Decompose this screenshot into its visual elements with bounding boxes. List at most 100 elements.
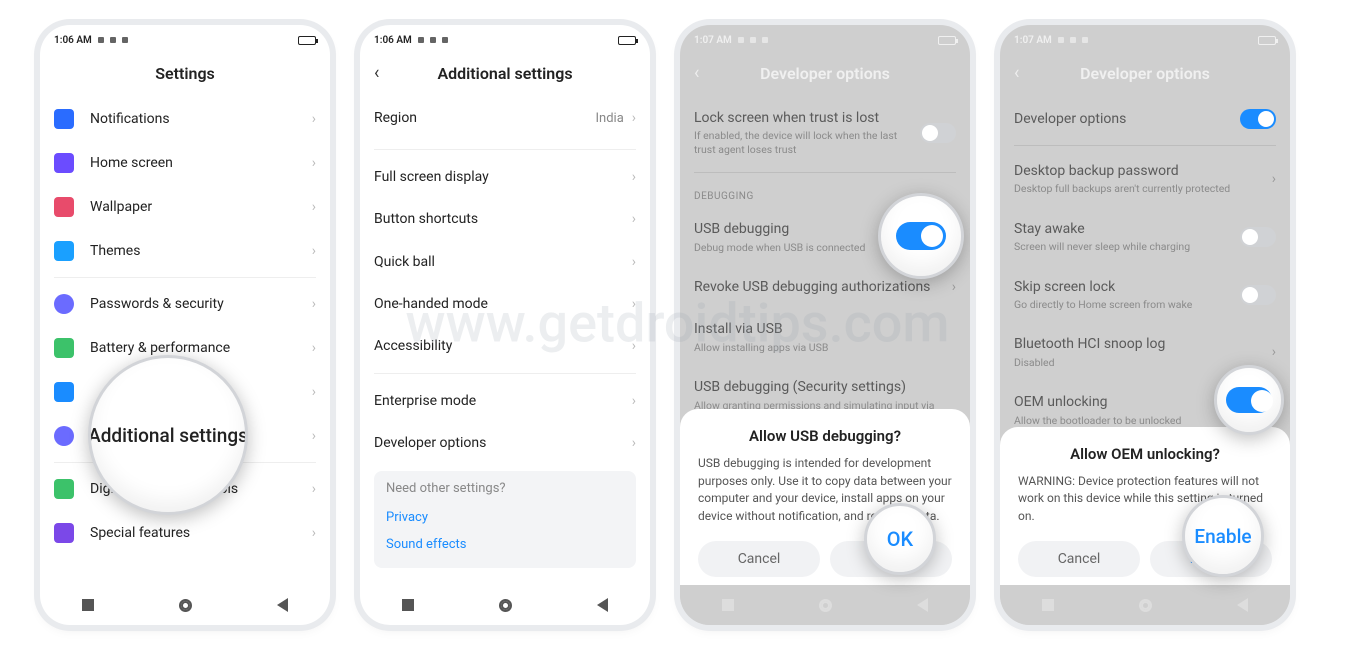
row-label: Install via USB [694,320,956,338]
chevron-right-icon: › [632,211,636,227]
home-button[interactable] [179,599,192,612]
row-label: One-handed mode [374,295,632,313]
gear-icon [54,382,74,402]
home-button[interactable] [1139,599,1152,612]
battery-icon [618,36,636,45]
cancel-button[interactable]: Cancel [698,541,820,577]
dialog-usb-debugging: Allow USB debugging? USB debugging is in… [680,409,970,591]
row-region[interactable]: RegionIndia› [374,97,636,139]
home-button[interactable] [819,599,832,612]
clock: 1:06 AM [374,35,412,46]
row-notifications[interactable]: Notifications› [54,97,316,141]
row-label: Lock screen when trust is lost [694,109,920,127]
back-button[interactable]: ‹ [1014,63,1019,84]
row-subtext: Allow installing apps via USB [694,341,956,355]
dialog-title: Allow OEM unlocking? [1018,445,1272,463]
row-subtext: Go directly to Home screen from wake [1014,298,1240,312]
row-label: Stay awake [1014,220,1240,238]
row-label: Developer options [1014,110,1240,128]
clock: 1:06 AM [54,35,92,46]
row-label: Developer options [374,434,632,452]
statusbar: 1:07 AM [680,25,970,49]
wellbeing-icon [54,479,74,499]
magnifier-toggle: .mag .toggle.on::after{width:22px;height… [878,193,964,279]
row-developer-options-toggle[interactable]: Developer options [1014,97,1276,141]
magnifier-ok: OK [864,503,936,575]
cancel-button[interactable]: Cancel [1018,541,1140,577]
back-button[interactable] [597,598,608,612]
row-developer-options[interactable]: Developer options› [374,422,636,464]
recents-button[interactable] [722,599,734,611]
back-button[interactable]: ‹ [694,63,699,84]
row-fullscreen[interactable]: Full screen display› [374,156,636,198]
toggle[interactable] [920,123,956,143]
row-wallpaper[interactable]: Wallpaper› [54,185,316,229]
recents-button[interactable] [402,599,414,611]
toggle-off[interactable] [1240,227,1276,247]
flask-icon [54,523,74,543]
row-stay-awake[interactable]: Stay awake Screen will never sleep while … [1014,208,1276,266]
row-lock-screen[interactable]: Lock screen when trust is lost If enabled… [694,97,956,168]
row-one-handed[interactable]: One-handed mode› [374,283,636,325]
flower-icon [54,197,74,217]
oem-toggle-on[interactable] [1226,387,1272,413]
row-label: Accessibility [374,337,632,355]
navbar [360,585,650,625]
chevron-right-icon: › [312,340,316,356]
home-icon [54,153,74,173]
chevron-right-icon: › [312,296,316,312]
row-label: Home screen [90,154,312,172]
row-special[interactable]: Special features› [54,511,316,555]
fingerprint-icon [54,294,74,314]
usb-toggle-on[interactable]: .mag .toggle.on::after{width:22px;height… [896,222,946,250]
row-passwords[interactable]: Passwords & security› [54,282,316,326]
row-enterprise[interactable]: Enterprise mode› [374,380,636,422]
chevron-right-icon: › [632,110,636,126]
battery-icon [54,338,74,358]
magnifier-oem-toggle [1214,365,1284,435]
page-title: Developer options [760,64,890,83]
battery-icon [298,36,316,45]
row-label: Wallpaper [90,198,312,216]
row-label: Quick ball [374,253,632,271]
bell-icon [54,109,74,129]
row-label: Special features [90,524,312,542]
row-skip-lock[interactable]: Skip screen lockGo directly to Home scre… [1014,266,1276,324]
toggle-off[interactable] [1240,285,1276,305]
row-label: USB debugging (Security settings) [694,378,956,396]
row-subtext: Disabled [1014,356,1272,370]
need-title: Need other settings? [386,481,624,496]
row-quick-ball[interactable]: Quick ball› [374,241,636,283]
globe-icon [54,426,74,446]
phone-additional-settings: 1:06 AM ‹ Additional settings RegionIndi… [360,25,650,625]
row-value: India [596,111,624,126]
recents-button[interactable] [1042,599,1054,611]
chevron-right-icon: › [952,279,956,295]
row-label: Full screen display [374,168,632,186]
row-button-shortcuts[interactable]: Button shortcuts› [374,198,636,240]
link-privacy[interactable]: Privacy [386,504,624,531]
row-subtext: Screen will never sleep while charging [1014,240,1240,254]
link-sound-effects[interactable]: Sound effects [386,531,624,558]
row-subtext: If enabled, the device will lock when th… [694,129,920,156]
chevron-right-icon: › [632,169,636,185]
phone-usb-debugging: 1:07 AM ‹ Developer options Lock screen … [680,25,970,625]
home-button[interactable] [499,599,512,612]
row-home-screen[interactable]: Home screen› [54,141,316,185]
back-button[interactable]: ‹ [374,63,379,84]
header: ‹ Developer options [1000,49,1290,97]
row-install-usb[interactable]: Install via USB Allow installing apps via… [694,308,956,366]
chevron-right-icon: › [632,393,636,409]
row-themes[interactable]: Themes› [54,229,316,273]
recents-button[interactable] [82,599,94,611]
monitor-icon [54,241,74,261]
back-button[interactable] [1237,598,1248,612]
row-accessibility[interactable]: Accessibility› [374,325,636,367]
page-title: Additional settings [437,64,572,83]
row-desktop-backup[interactable]: Desktop backup passwordDesktop full back… [1014,150,1276,208]
back-button[interactable] [277,598,288,612]
back-button[interactable] [917,598,928,612]
toggle-on[interactable] [1240,109,1276,129]
ok-magnified: OK [887,527,913,551]
row-label: Passwords & security [90,295,312,313]
